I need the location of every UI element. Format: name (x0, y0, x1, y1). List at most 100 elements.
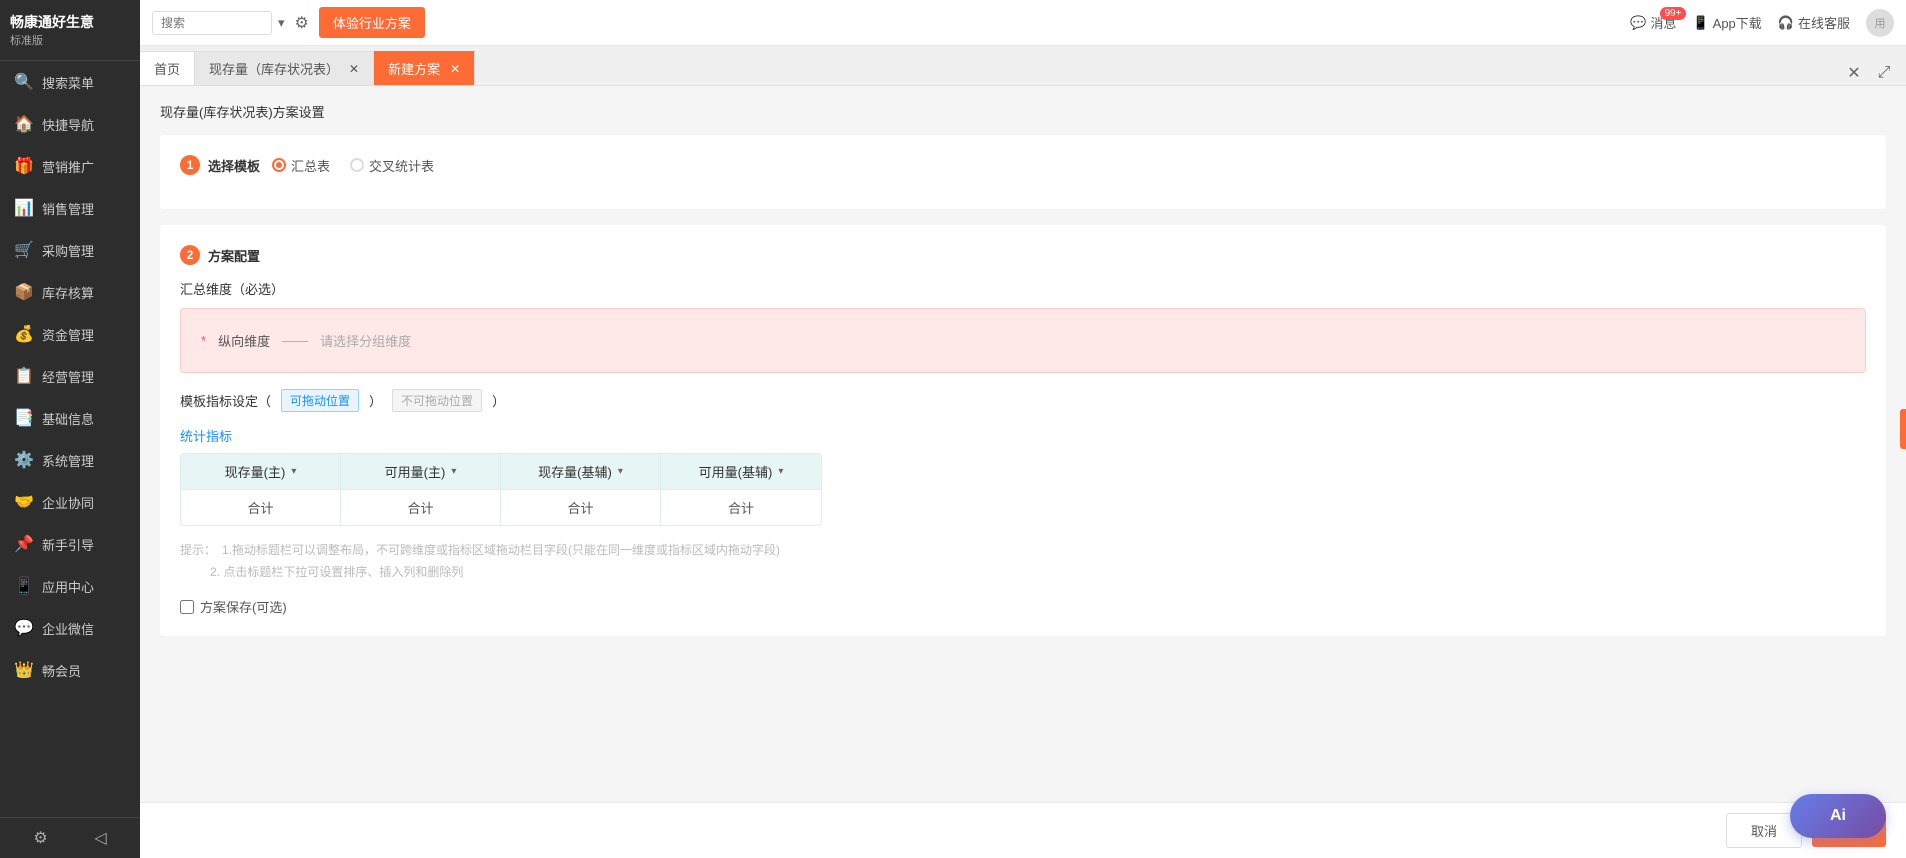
tabs-bar: 首页 现存量（库存状况表） ✕ 新建方案 ✕ ✕ ⤢ (140, 46, 1906, 86)
tip-text-1: 1.拖动标题栏可以调整布局，不可跨维度或指标区域拖动栏目字段(只能在同一维度或指… (222, 540, 780, 562)
sidebar: 畅康通好生意 标准版 🔍 搜索菜单 🏠 快捷导航 🎁 营销推广 📊 销售管理 🛒… (0, 0, 140, 858)
sidebar-bottom: ⚙ ◁ (0, 817, 140, 858)
tab-home[interactable]: 首页 (140, 51, 195, 85)
stats-col3-header[interactable]: 现存量(基辅) ▾ (501, 454, 661, 489)
radio-summary[interactable]: 汇总表 (272, 156, 330, 175)
indicator-settings: 模板指标设定（ 可拖动位置 ） 不可拖动位置 ） (180, 389, 1866, 412)
sidebar-item-enterprise[interactable]: 🤝 企业协同 (0, 481, 140, 523)
col1-dropdown-icon[interactable]: ▾ (291, 466, 296, 477)
app-subtitle: 标准版 (10, 32, 130, 48)
stats-cell-1-2: 合计 (341, 490, 501, 525)
sidebar-item-label: 资金管理 (42, 325, 94, 344)
gear-icon: ⚙️ (14, 450, 34, 470)
sidebar-item-label: 应用中心 (42, 577, 94, 596)
search-icon: 🔍 (14, 72, 34, 92)
topbar-right: 💬 消息 99+ 📱 App下载 🎧 在线客服 用 (1630, 9, 1894, 37)
stats-col2-header[interactable]: 可用量(主) ▾ (341, 454, 501, 489)
sidebar-item-basic[interactable]: 📑 基础信息 (0, 397, 140, 439)
footer-bar: 取消 查询 (140, 802, 1906, 858)
indicator-label-text: 模板指标设定（ (180, 391, 271, 410)
stats-col3-label: 现存量(基辅) (538, 462, 612, 481)
sidebar-item-label: 库存核算 (42, 283, 94, 302)
settings-gear-icon[interactable]: ⚙ (295, 13, 309, 33)
tab-new-plan[interactable]: 新建方案 ✕ (374, 51, 475, 85)
handshake-icon: 🤝 (14, 492, 34, 512)
sidebar-item-label: 新手引导 (42, 535, 94, 554)
step1-num: 1 (180, 155, 200, 175)
dimension-box: * 纵向维度 —— 请选择分组维度 (180, 308, 1866, 373)
inventory-tab-close-icon[interactable]: ✕ (349, 62, 359, 76)
online-service-btn[interactable]: 🎧 在线客服 (1778, 13, 1850, 32)
stats-section: 统计指标 现存量(主) ▾ 可用量(主) ▾ 现存量(基辅) (180, 426, 1866, 526)
sidebar-nav: 🔍 搜索菜单 🏠 快捷导航 🎁 营销推广 📊 销售管理 🛒 采购管理 📦 库存核… (0, 61, 140, 817)
settings-btn[interactable]: ⚙ (33, 828, 47, 848)
sidebar-item-enterprise-wechat[interactable]: 💬 企业微信 (0, 607, 140, 649)
col4-dropdown-icon[interactable]: ▾ (778, 466, 783, 477)
step2-header: 2 方案配置 (180, 245, 1866, 265)
dimension-placeholder[interactable]: 请选择分组维度 (320, 331, 411, 350)
sidebar-item-label: 基础信息 (42, 409, 94, 428)
sidebar-item-app-center[interactable]: 📱 应用中心 (0, 565, 140, 607)
sidebar-item-operation[interactable]: 📋 经营管理 (0, 355, 140, 397)
sidebar-item-search[interactable]: 🔍 搜索菜单 (0, 61, 140, 103)
vertical-dim-label: 纵向维度 (218, 331, 270, 350)
draggable-tag: 可拖动位置 (281, 389, 359, 412)
sidebar-item-label: 销售管理 (42, 199, 94, 218)
sidebar-item-vip[interactable]: 👑 畅会员 (0, 649, 140, 691)
home-tab-label: 首页 (154, 59, 180, 78)
stats-col4-label: 可用量(基辅) (699, 462, 773, 481)
sidebar-item-purchase[interactable]: 🛒 采购管理 (0, 229, 140, 271)
col2-dropdown-icon[interactable]: ▾ (451, 466, 456, 477)
user-avatar[interactable]: 用 (1866, 9, 1894, 37)
sidebar-item-sales[interactable]: 📊 销售管理 (0, 187, 140, 229)
messages-btn[interactable]: 💬 消息 99+ (1630, 13, 1676, 32)
required-mark: * (201, 333, 206, 348)
search-input[interactable] (152, 11, 272, 35)
close-dialog-icon[interactable]: ✕ (1842, 61, 1866, 85)
sidebar-item-newcomer[interactable]: 📌 新手引导 (0, 523, 140, 565)
app-title: 畅康通好生意 (10, 12, 130, 32)
sidebar-item-label: 快捷导航 (42, 115, 94, 134)
stats-col2-label: 可用量(主) (385, 462, 446, 481)
step2-label: 方案配置 (208, 246, 260, 265)
new-plan-tab-close-icon[interactable]: ✕ (450, 62, 460, 76)
stats-col4-header[interactable]: 可用量(基辅) ▾ (661, 454, 821, 489)
sidebar-item-inventory[interactable]: 📦 库存核算 (0, 271, 140, 313)
col3-dropdown-icon[interactable]: ▾ (618, 466, 623, 477)
stats-title: 统计指标 (180, 426, 1866, 445)
ai-float-button[interactable]: Ai (1790, 794, 1886, 838)
stats-header-row: 现存量(主) ▾ 可用量(主) ▾ 现存量(基辅) ▾ 可用量(基辅) (181, 454, 821, 489)
sidebar-item-quick-nav[interactable]: 🏠 快捷导航 (0, 103, 140, 145)
inventory-tab-label: 现存量（库存状况表） (209, 59, 339, 78)
dimension-section-label: 汇总维度（必选） (180, 279, 1866, 298)
box-icon: 📦 (14, 282, 34, 302)
sidebar-item-finance[interactable]: 💰 资金管理 (0, 313, 140, 355)
app-label: App下载 (1713, 13, 1762, 32)
tab-inventory-status[interactable]: 现存量（库存状况表） ✕ (195, 51, 374, 85)
step1-label: 选择模板 (208, 156, 260, 175)
non-draggable-tag: 不可拖动位置 (392, 389, 482, 412)
tip-label: 提示： (180, 540, 216, 562)
step2-num: 2 (180, 245, 200, 265)
save-option-label: 方案保存(可选) (200, 597, 287, 616)
page-title: 现存量(库存状况表)方案设置 (160, 102, 1886, 121)
money-icon: 💰 (14, 324, 34, 344)
radio-summary-label: 汇总表 (291, 156, 330, 175)
resize-handle[interactable] (1900, 409, 1906, 449)
save-checkbox[interactable] (180, 600, 194, 614)
sidebar-item-marketing[interactable]: 🎁 营销推广 (0, 145, 140, 187)
radio-cross[interactable]: 交叉统计表 (350, 156, 434, 175)
stats-col1-header[interactable]: 现存量(主) ▾ (181, 454, 341, 489)
expand-dialog-icon[interactable]: ⤢ (1872, 61, 1896, 85)
topbar-search-area: ▾ (152, 11, 285, 35)
crown-icon: 👑 (14, 660, 34, 680)
trial-btn[interactable]: 体验行业方案 (319, 7, 425, 38)
app-download-btn[interactable]: 📱 App下载 (1692, 13, 1761, 32)
sidebar-item-system[interactable]: ⚙️ 系统管理 (0, 439, 140, 481)
sound-btn[interactable]: ◁ (94, 828, 106, 848)
chevron-down-icon[interactable]: ▾ (278, 15, 285, 31)
indicator-settings-label: 模板指标设定（ 可拖动位置 ） 不可拖动位置 ） (180, 389, 1866, 412)
radio-cross-label: 交叉统计表 (369, 156, 434, 175)
sidebar-item-label: 经营管理 (42, 367, 94, 386)
clipboard-icon: 📋 (14, 366, 34, 386)
